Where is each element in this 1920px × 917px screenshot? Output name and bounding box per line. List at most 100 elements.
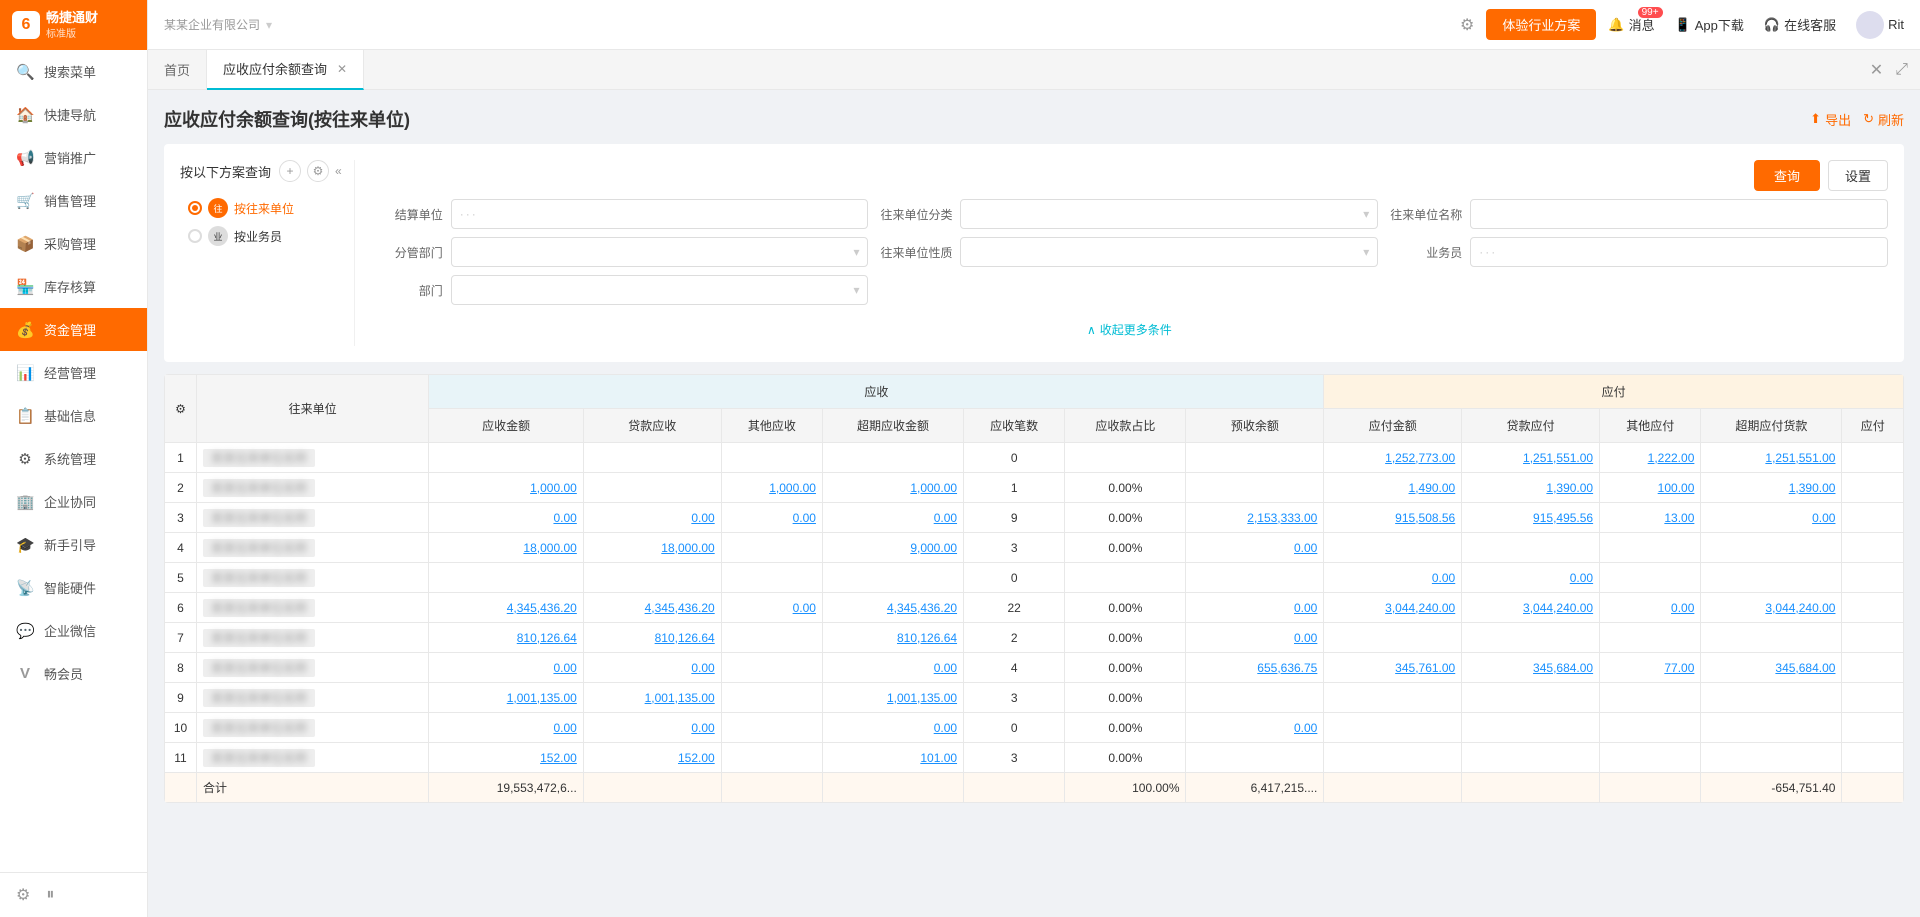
settlement-input[interactable]: ··· (451, 199, 869, 229)
row-ap-rest (1842, 713, 1904, 743)
logo-icon: 6 (12, 11, 40, 39)
app-icon: 📱 (1675, 17, 1691, 33)
row-index: 8 (165, 653, 197, 683)
topbar-gear-icon[interactable]: ⚙ (1460, 15, 1474, 35)
sidebar-item-basic-info[interactable]: 📋 基础信息 (0, 394, 147, 437)
smart-hw-icon: 📡 (16, 579, 34, 597)
table-row: 3某某往来单位名称0.000.000.000.0090.00%2,153,333… (165, 503, 1904, 533)
row-ar-count: 1 (964, 473, 1065, 503)
user-avatar-area[interactable]: Rit (1856, 11, 1904, 39)
tab-home[interactable]: 首页 (148, 50, 207, 90)
tab-expand-icon[interactable]: ⤢ (1895, 61, 1908, 79)
row-ar-val: 101.00 (822, 743, 963, 773)
dept-input[interactable]: ▾ (451, 275, 869, 305)
sidebar-label-wechat: 企业微信 (44, 621, 96, 640)
refresh-button[interactable]: ↻ 刷新 (1863, 110, 1904, 129)
row-ar-val (721, 743, 822, 773)
row-ap-val: 0.00 (1462, 563, 1600, 593)
sidebar-item-marketing[interactable]: 📢 营销推广 (0, 136, 147, 179)
tab-receivable-label: 应收应付余额查询 (223, 59, 327, 78)
export-button[interactable]: ⬆ 导出 (1810, 110, 1851, 129)
row-ar-val: 810,126.64 (822, 623, 963, 653)
search-action-row: 查询 设置 (371, 160, 1888, 191)
row-ar-val (583, 443, 721, 473)
edit-scheme-icon[interactable]: ⚙ (307, 160, 329, 182)
add-scheme-icon[interactable]: + (279, 160, 301, 182)
sidebar-item-enterprise[interactable]: 🏢 企业协同 (0, 480, 147, 523)
scheme-by-staff[interactable]: 业 按业务员 (180, 222, 342, 250)
setting-button[interactable]: 设置 (1828, 160, 1888, 191)
breadcrumb-company: 某某企业有限公司 (164, 16, 260, 33)
sidebar-item-smart-hw[interactable]: 📡 智能硬件 (0, 566, 147, 609)
notice-button[interactable]: 🔔 消息 99+ (1608, 15, 1654, 34)
search-collapse-button[interactable]: ∧ 收起更多条件 (371, 313, 1888, 346)
sidebar-item-search-menu[interactable]: 🔍 搜索菜单 (0, 50, 147, 93)
scheme-by-customer[interactable]: 往 按往来单位 (180, 194, 342, 222)
collapse-label: 收起更多条件 (1100, 321, 1172, 338)
th-ar-loan: 贷款应收 (583, 409, 721, 443)
row-customer: 某某往来单位名称 (197, 443, 429, 473)
collapse-scheme-icon[interactable]: « (335, 164, 342, 178)
th-gear[interactable]: ⚙ (165, 375, 197, 443)
sidebar-item-operation[interactable]: 📊 经营管理 (0, 351, 147, 394)
row-ap-val: 0.00 (1600, 593, 1701, 623)
sidebar-item-wechat[interactable]: 💬 企业微信 (0, 609, 147, 652)
sidebar-item-member[interactable]: V 畅会员 (0, 652, 147, 695)
nature-label: 往来单位性质 (880, 244, 952, 261)
sidebar-item-quick-nav[interactable]: 🏠 快捷导航 (0, 93, 147, 136)
row-ap-val (1600, 683, 1701, 713)
salesman-input[interactable]: ··· (1470, 237, 1888, 267)
query-button[interactable]: 查询 (1754, 160, 1820, 191)
page-header: 应收应付余额查询(按往来单位) ⬆ 导出 ↻ 刷新 (164, 106, 1904, 132)
search-field-settlement: 结算单位 ··· (371, 199, 869, 229)
custname-input[interactable] (1470, 199, 1888, 229)
sidebar-item-purchase[interactable]: 📦 采购管理 (0, 222, 147, 265)
row-ar-val: 1,001,135.00 (822, 683, 963, 713)
sales-icon: 🛒 (16, 192, 34, 210)
admindept-input[interactable]: ▾ (451, 237, 869, 267)
breadcrumb: 某某企业有限公司 ▾ (164, 16, 1448, 33)
row-index: 7 (165, 623, 197, 653)
row-ap-val: 345,684.00 (1701, 653, 1842, 683)
row-ar-count: 0 (964, 563, 1065, 593)
app-download-button[interactable]: 📱 App下载 (1675, 15, 1744, 34)
search-row-2: 分管部门 ▾ 往来单位性质 ▾ (371, 237, 1888, 267)
refresh-icon: ↻ (1863, 111, 1874, 127)
sidebar-item-sales[interactable]: 🛒 销售管理 (0, 179, 147, 222)
sidebar-label-marketing: 营销推广 (44, 148, 96, 167)
footer-ar-amount: 19,553,472,6... (429, 773, 583, 803)
table-row: 9某某往来单位名称1,001,135.001,001,135.001,001,1… (165, 683, 1904, 713)
scheme-radio-staff (188, 229, 202, 243)
row-ar-val: 0.00 (429, 713, 583, 743)
row-ap-val (1600, 533, 1701, 563)
row-ar-val: 4,345,436.20 (583, 593, 721, 623)
sidebar-item-finance[interactable]: 💰 资金管理 (0, 308, 147, 351)
sidebar-settings-icon[interactable]: ⚙ (16, 885, 30, 905)
tab-receivable[interactable]: 应收应付余额查询 ✕ (207, 50, 364, 90)
row-ap-val: 0.00 (1324, 563, 1462, 593)
row-ar-val: 1,000.00 (429, 473, 583, 503)
sidebar-item-system[interactable]: ⚙ 系统管理 (0, 437, 147, 480)
row-ap-rest (1842, 473, 1904, 503)
sidebar-label-purchase: 采购管理 (44, 234, 96, 253)
service-label: 在线客服 (1784, 15, 1836, 34)
service-button[interactable]: 🎧 在线客服 (1764, 15, 1836, 34)
row-ar-count: 4 (964, 653, 1065, 683)
sidebar-item-guide[interactable]: 🎓 新手引导 (0, 523, 147, 566)
category-input[interactable]: ▾ (960, 199, 1378, 229)
row-ap-val (1701, 713, 1842, 743)
nature-input[interactable]: ▾ (960, 237, 1378, 267)
row-ap-val (1462, 743, 1600, 773)
tab-close-icon[interactable]: ✕ (337, 62, 347, 76)
row-ar-prepaid: 2,153,333.00 (1186, 503, 1324, 533)
system-icon: ⚙ (16, 450, 34, 468)
sidebar-item-inventory[interactable]: 🏪 库存核算 (0, 265, 147, 308)
row-ar-prepaid (1186, 443, 1324, 473)
sidebar-collapse-icon[interactable]: ⏸ (46, 886, 54, 904)
tab-close-all-icon[interactable]: ✕ (1870, 60, 1883, 80)
row-ap-rest (1842, 503, 1904, 533)
solution-button[interactable]: 体验行业方案 (1486, 9, 1596, 40)
scheme-radio-customer (188, 201, 202, 215)
salesman-label: 业务员 (1390, 244, 1462, 261)
row-customer: 某某往来单位名称 (197, 653, 429, 683)
